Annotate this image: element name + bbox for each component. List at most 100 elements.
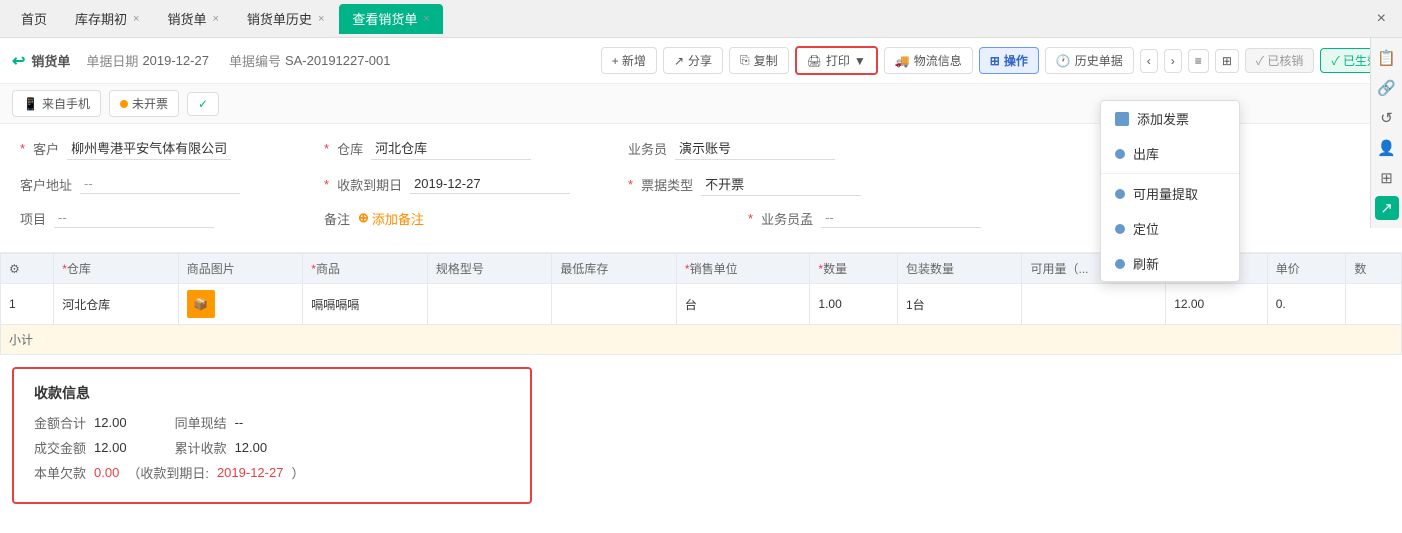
new-button[interactable]: + 新增 xyxy=(601,47,657,74)
dropdown-item-location[interactable]: 定位 xyxy=(1101,211,1239,246)
warehouse-label: 仓库 xyxy=(337,139,363,158)
product-image: 📦 xyxy=(187,290,215,318)
row-unit: 台 xyxy=(676,284,810,325)
project-value[interactable]: -- xyxy=(54,208,214,228)
doc-type-label: 销货单 xyxy=(31,51,70,70)
tab-sales[interactable]: 销货单 × xyxy=(154,4,231,34)
tab-view-sales-label: 查看销货单 xyxy=(352,9,417,28)
staff2-label: 业务员孟 xyxy=(761,209,813,228)
cancelled-badge[interactable]: ✓ 已核销 xyxy=(1245,48,1315,73)
warehouse-value[interactable]: 河北仓库 xyxy=(371,136,531,160)
project-label: 项目 xyxy=(20,209,46,228)
add-note-button[interactable]: ⊕ 添加备注 xyxy=(358,209,424,228)
ticket-type-field: * 票据类型 不开票 xyxy=(628,172,908,196)
date-value: 2019-12-27 xyxy=(142,53,209,68)
tab-view-sales-close[interactable]: × xyxy=(423,13,429,25)
row-pack-qty: 1台 xyxy=(897,284,1022,325)
customer-field: * 客户 柳州粤港平安气体有限公司 xyxy=(20,136,300,160)
next-button[interactable]: › xyxy=(1164,49,1182,73)
form-meta: 单据日期 2019-12-27 单据编号 SA-20191227-001 xyxy=(86,51,390,70)
tab-history-close[interactable]: × xyxy=(318,13,324,25)
share-button[interactable]: ↗ 分享 xyxy=(663,47,723,74)
dropdown-item-avail[interactable]: 可用量提取 xyxy=(1101,176,1239,211)
view1-button[interactable]: ≡ xyxy=(1188,49,1209,73)
sidebar-icon-refresh[interactable]: ↺ xyxy=(1375,106,1399,130)
effective-check-icon: ✓ xyxy=(1331,54,1339,68)
refresh-circle-icon xyxy=(1115,259,1125,269)
tab-view-sales[interactable]: 查看销货单 × xyxy=(339,4,442,34)
same-order-label: 同单现结 xyxy=(175,413,227,432)
payment-row-2: 成交金额 12.00 累计收款 12.00 xyxy=(34,438,510,457)
staff2-field: * 业务员孟 -- xyxy=(748,208,1028,228)
from-phone-button[interactable]: 📱 来自手机 xyxy=(12,90,101,117)
due-date-field: * 收款到期日 2019-12-27 xyxy=(324,174,604,194)
tab-inventory-close[interactable]: × xyxy=(133,13,139,25)
sidebar-icon-doc[interactable]: 📋 xyxy=(1375,46,1399,70)
sidebar-icon-grid[interactable]: ⊞ xyxy=(1375,166,1399,190)
copy-button[interactable]: ⎘ 复制 xyxy=(729,47,789,74)
view2-button[interactable]: ⊞ xyxy=(1215,49,1239,73)
address-value[interactable]: -- xyxy=(80,174,240,194)
dot-icon xyxy=(120,100,128,108)
gear-icon[interactable]: ⚙ xyxy=(9,262,20,276)
tab-history[interactable]: 销货单历史 × xyxy=(234,4,337,34)
tab-sales-close[interactable]: × xyxy=(212,13,218,25)
print-dropdown-icon: ▼ xyxy=(854,54,866,68)
dropdown-item-refresh[interactable]: 刷新 xyxy=(1101,246,1239,281)
logistics-button[interactable]: 🚚 物流信息 xyxy=(884,47,973,74)
sidebar-icon-link[interactable]: 🔗 xyxy=(1375,76,1399,100)
tab-inventory[interactable]: 库存期初 × xyxy=(62,4,152,34)
print-button[interactable]: 🖨 打印 ▼ xyxy=(795,46,878,75)
ops-button[interactable]: ⊞ 操作 xyxy=(979,47,1039,74)
address-field: 客户地址 -- xyxy=(20,174,300,194)
col-product: *商品 xyxy=(303,254,428,284)
row-avail-qty xyxy=(1022,284,1166,325)
col-img: 商品图片 xyxy=(178,254,303,284)
number-meta: 单据编号 SA-20191227-001 xyxy=(229,51,391,70)
copy-icon: ⎘ xyxy=(740,53,750,68)
tab-sales-label: 销货单 xyxy=(167,9,206,28)
same-order-item: 同单现结 -- xyxy=(175,413,244,432)
row-amount xyxy=(1346,284,1402,325)
phone-icon: 📱 xyxy=(23,97,38,111)
check-btn1[interactable]: ✓ xyxy=(187,92,219,116)
req-marker4: * xyxy=(628,177,633,192)
req-marker: * xyxy=(20,141,25,156)
owed-label: 本单欠款 xyxy=(34,463,86,482)
row-warehouse: 河北仓库 xyxy=(54,284,179,325)
history-button[interactable]: 🕐 历史单据 xyxy=(1045,47,1134,74)
tab-home[interactable]: 首页 xyxy=(8,4,60,34)
note-label: 备注 xyxy=(324,209,350,228)
due-date-value[interactable]: 2019-12-27 xyxy=(410,174,570,194)
dropdown-item-invoice[interactable]: 添加发票 xyxy=(1101,101,1239,136)
customer-value[interactable]: 柳州粤港平安气体有限公司 xyxy=(67,136,231,160)
row-img: 📦 xyxy=(178,284,303,325)
col-warehouse: *仓库 xyxy=(54,254,179,284)
ticket-type-value[interactable]: 不开票 xyxy=(701,172,861,196)
dropdown-item-outstock[interactable]: 出库 xyxy=(1101,136,1239,171)
prev-button[interactable]: ‹ xyxy=(1140,49,1158,73)
sales-icon: ↩ xyxy=(12,51,25,71)
window-close-button[interactable]: × xyxy=(1369,6,1394,31)
accumulated-label: 累计收款 xyxy=(175,438,227,457)
staff-field: 业务员 演示账号 xyxy=(628,136,908,160)
sidebar-icon-expand[interactable]: ↗ xyxy=(1375,196,1399,220)
owed-note: （收款到期日: xyxy=(127,463,209,482)
col-pack-qty: 包装数量 xyxy=(897,254,1022,284)
col-price: 单价 xyxy=(1267,254,1346,284)
payment-title: 收款信息 xyxy=(34,383,510,403)
same-order-value: -- xyxy=(235,415,244,430)
col-min-stock: 最低库存 xyxy=(552,254,677,284)
owed-item: 本单欠款 0.00 （收款到期日: 2019-12-27 ） xyxy=(34,463,304,482)
subtotal-row: 小计 xyxy=(1,325,1402,355)
col-amount: 数 xyxy=(1346,254,1402,284)
not-opened-button[interactable]: 未开票 xyxy=(109,90,179,117)
staff-value[interactable]: 演示账号 xyxy=(675,136,835,160)
row-num: 1 xyxy=(1,284,54,325)
outstock-circle-icon xyxy=(1115,149,1125,159)
logistics-icon: 🚚 xyxy=(895,54,910,68)
staff2-value[interactable]: -- xyxy=(821,208,981,228)
col-gear: ⚙ xyxy=(1,254,54,284)
sidebar-icon-user[interactable]: 👤 xyxy=(1375,136,1399,160)
row-min-stock xyxy=(552,284,677,325)
